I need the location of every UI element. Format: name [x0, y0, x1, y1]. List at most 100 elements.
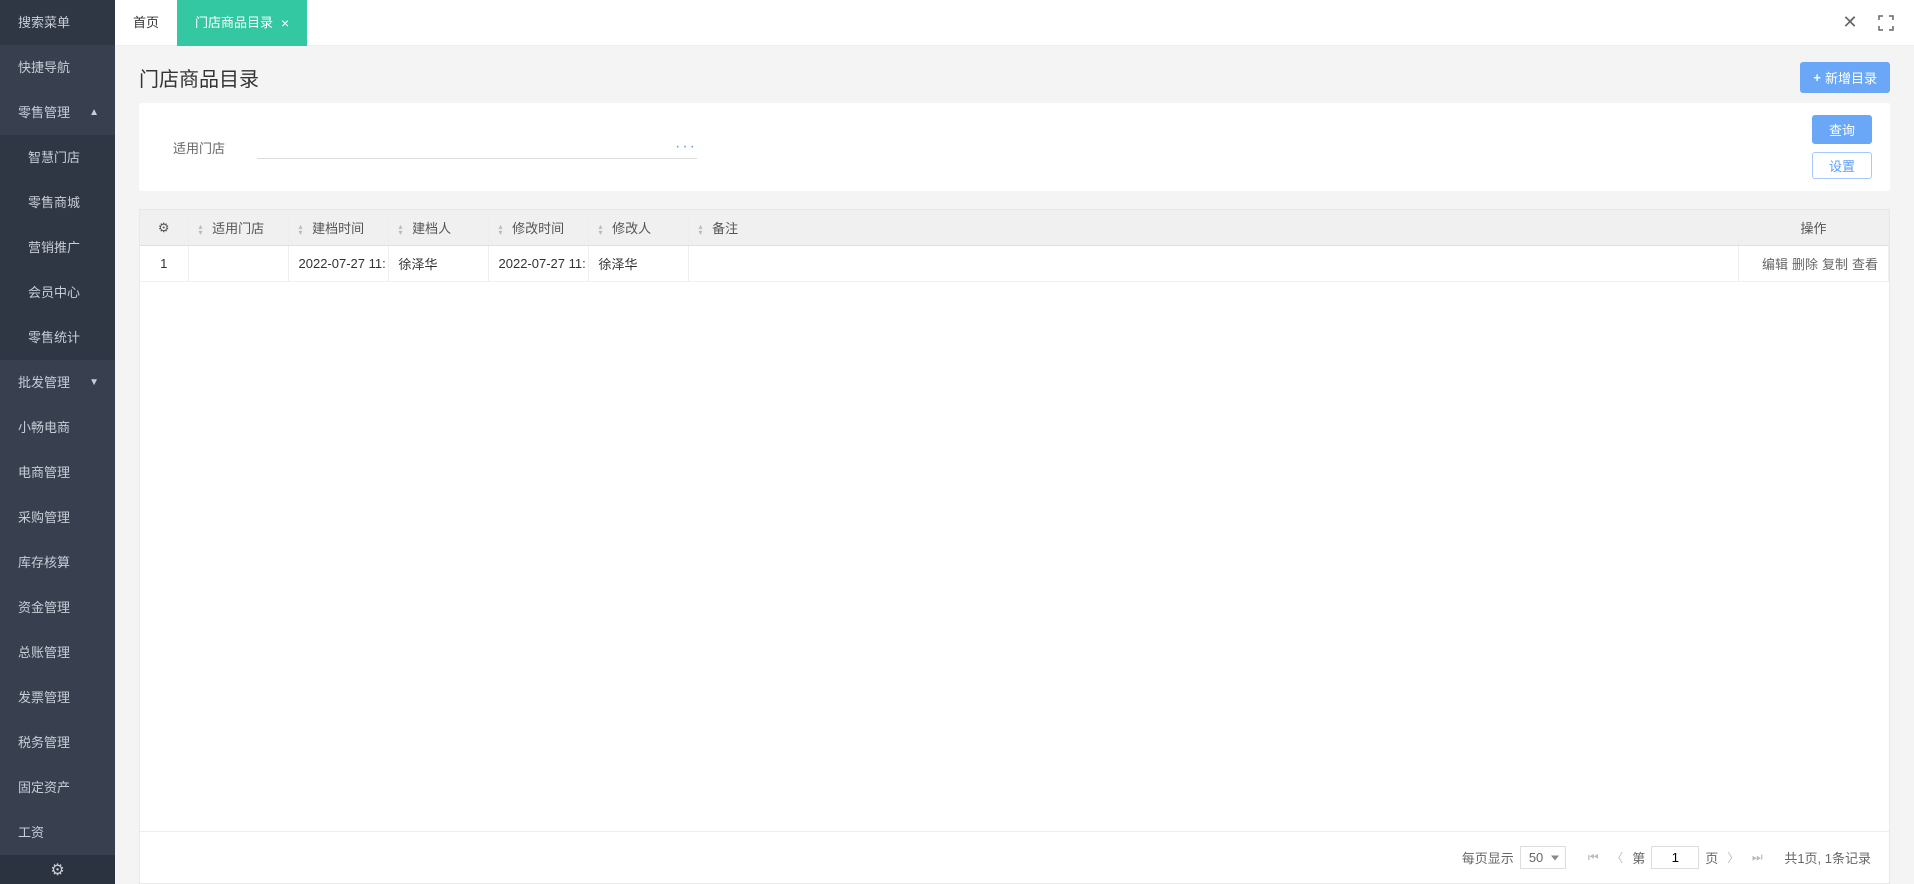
data-table: ⚙ ▴▾ 适用门店 ▴▾ 建档时间 ▴▾ 建档人 — [139, 209, 1890, 884]
sidebar-item-1[interactable]: 快捷导航 — [0, 45, 115, 90]
tab-current[interactable]: 门店商品目录 × — [177, 0, 307, 46]
sidebar-item-0[interactable]: 搜索菜单 — [0, 0, 115, 45]
sidebar-item-17[interactable]: 固定资产 — [0, 765, 115, 810]
header-label: 备注 — [712, 221, 738, 236]
sidebar-settings[interactable]: ⚙ — [0, 855, 115, 884]
page-title: 门店商品目录 — [139, 63, 259, 92]
header-label: 修改时间 — [512, 221, 564, 236]
page-suffix: 页 — [1705, 848, 1718, 867]
sidebar-label: 资金管理 — [18, 585, 70, 630]
column-creator[interactable]: ▴▾ 建档人 — [388, 210, 488, 246]
column-action: 操作 — [1739, 210, 1889, 246]
sidebar-item-18[interactable]: 工资 — [0, 810, 115, 855]
header-label: 操作 — [1800, 221, 1826, 236]
column-create-time[interactable]: ▴▾ 建档时间 — [288, 210, 388, 246]
sidebar-item-4[interactable]: 零售商城 — [0, 180, 115, 225]
column-remark[interactable]: ▴▾ 备注 — [688, 210, 1739, 246]
edit-link[interactable]: 编辑 — [1762, 254, 1788, 273]
first-page-button[interactable]: ⏮ — [1584, 850, 1602, 865]
page-size-value: 50 — [1529, 850, 1543, 865]
main-content: 首页 门店商品目录 × ✕ 门店商品目录 + 新增目录 适用 — [115, 0, 1914, 884]
sidebar-item-9[interactable]: 小畅电商 — [0, 405, 115, 450]
sidebar: 搜索菜单快捷导航零售管理▲智慧门店零售商城营销推广会员中心零售统计批发管理▼小畅… — [0, 0, 115, 884]
row-number: 1 — [140, 246, 188, 282]
column-modify-time[interactable]: ▴▾ 修改时间 — [488, 210, 588, 246]
sidebar-item-8[interactable]: 批发管理▼ — [0, 360, 115, 405]
sidebar-item-12[interactable]: 库存核算 — [0, 540, 115, 585]
close-all-tabs-button[interactable]: ✕ — [1838, 11, 1862, 35]
close-icon[interactable]: × — [281, 0, 289, 46]
page-input[interactable] — [1651, 846, 1699, 869]
sidebar-item-14[interactable]: 总账管理 — [0, 630, 115, 675]
prev-page-button[interactable]: 〈 — [1608, 849, 1626, 866]
cell-creator: 徐泽华 — [388, 246, 488, 282]
cell-actions: 编辑删除复制查看 — [1739, 246, 1889, 282]
page-prefix: 第 — [1632, 848, 1645, 867]
query-button[interactable]: 查询 — [1812, 115, 1872, 144]
caret-down-icon: ▼ — [89, 360, 99, 405]
header-label: 适用门店 — [212, 221, 264, 236]
column-modifier[interactable]: ▴▾ 修改人 — [588, 210, 688, 246]
last-page-button[interactable]: ⏭ — [1748, 850, 1766, 865]
header-label: 建档时间 — [312, 221, 364, 236]
sidebar-item-16[interactable]: 税务管理 — [0, 720, 115, 765]
sidebar-item-15[interactable]: 发票管理 — [0, 675, 115, 720]
pagination-summary: 共1页, 1条记录 — [1784, 848, 1871, 867]
sidebar-label: 工资 — [18, 810, 44, 855]
page-size-select[interactable]: 50 — [1520, 846, 1566, 869]
cell-store — [188, 246, 288, 282]
sidebar-label: 电商管理 — [18, 450, 70, 495]
caret-up-icon: ▲ — [89, 90, 99, 135]
sidebar-item-2[interactable]: 零售管理▲ — [0, 90, 115, 135]
add-button[interactable]: + 新增目录 — [1800, 62, 1890, 93]
sort-icon: ▴▾ — [399, 224, 403, 236]
table-row[interactable]: 12022-07-27 11:徐泽华2022-07-27 11:徐泽华编辑删除复… — [140, 246, 1889, 282]
sort-icon: ▴▾ — [299, 224, 303, 236]
sidebar-label: 智慧门店 — [28, 135, 80, 180]
sort-icon: ▴▾ — [599, 224, 603, 236]
sidebar-label: 小畅电商 — [18, 405, 70, 450]
sidebar-item-7[interactable]: 零售统计 — [0, 315, 115, 360]
sidebar-label: 库存核算 — [18, 540, 70, 585]
column-store[interactable]: ▴▾ 适用门店 — [188, 210, 288, 246]
sidebar-label: 营销推广 — [28, 225, 80, 270]
fullscreen-button[interactable] — [1874, 11, 1898, 35]
tab-label: 门店商品目录 — [195, 0, 273, 46]
filter-store-label: 适用门店 — [157, 138, 225, 157]
sidebar-item-3[interactable]: 智慧门店 — [0, 135, 115, 180]
settings-button[interactable]: 设置 — [1812, 152, 1872, 179]
view-link[interactable]: 查看 — [1852, 254, 1878, 273]
sidebar-item-10[interactable]: 电商管理 — [0, 450, 115, 495]
sidebar-label: 零售统计 — [28, 315, 80, 360]
sidebar-item-13[interactable]: 资金管理 — [0, 585, 115, 630]
cell-modify-time: 2022-07-27 11: — [488, 246, 588, 282]
tab-bar: 首页 门店商品目录 × ✕ — [115, 0, 1914, 46]
sidebar-label: 搜索菜单 — [18, 0, 70, 45]
add-button-label: 新增目录 — [1825, 68, 1877, 87]
sidebar-item-6[interactable]: 会员中心 — [0, 270, 115, 315]
query-label: 查询 — [1829, 120, 1855, 139]
header-label: 修改人 — [612, 221, 651, 236]
next-page-button[interactable]: 〉 — [1724, 849, 1742, 866]
page-header: 门店商品目录 + 新增目录 — [125, 46, 1904, 103]
copy-link[interactable]: 复制 — [1822, 254, 1848, 273]
sidebar-label: 会员中心 — [28, 270, 80, 315]
per-page-label: 每页显示 — [1462, 848, 1514, 867]
delete-link[interactable]: 删除 — [1792, 254, 1818, 273]
sidebar-label: 固定资产 — [18, 765, 70, 810]
filter-bar: 适用门店 ··· 查询 设置 — [139, 103, 1890, 191]
sort-icon: ▴▾ — [199, 224, 203, 236]
cell-create-time: 2022-07-27 11: — [288, 246, 388, 282]
tab-home[interactable]: 首页 — [115, 0, 177, 46]
fullscreen-icon — [1878, 15, 1894, 31]
pagination: 每页显示 50 ⏮ 〈 第 页 〉 ⏭ 共1页, 1条记录 — [140, 831, 1889, 883]
column-settings[interactable]: ⚙ — [140, 210, 188, 246]
sidebar-item-11[interactable]: 采购管理 — [0, 495, 115, 540]
gear-icon: ⚙ — [50, 860, 64, 880]
sort-icon: ▴▾ — [699, 224, 703, 236]
filter-store-input[interactable] — [257, 135, 697, 158]
cell-remark — [688, 246, 1739, 282]
ellipsis-icon[interactable]: ··· — [675, 138, 697, 156]
sidebar-label: 发票管理 — [18, 675, 70, 720]
sidebar-item-5[interactable]: 营销推广 — [0, 225, 115, 270]
